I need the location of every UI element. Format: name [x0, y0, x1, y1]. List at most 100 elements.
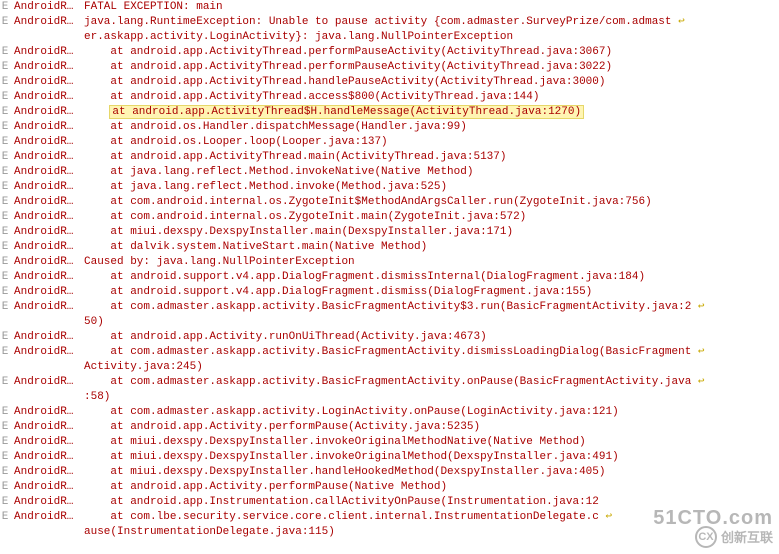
logcat-output[interactable]: EAndroidR…FATAL EXCEPTION: mainEAndroidR… — [0, 0, 779, 540]
log-line[interactable]: EAndroidR… at android.app.ActivityThread… — [0, 90, 779, 105]
log-tag: AndroidR… — [10, 420, 80, 435]
log-tag: AndroidR… — [10, 270, 80, 285]
soft-wrap-icon: ↩ — [698, 346, 705, 358]
log-tag: AndroidR… — [10, 120, 80, 135]
log-line[interactable]: EAndroidR… at android.app.ActivityThread… — [0, 45, 779, 60]
log-line[interactable]: EAndroidR… at android.app.Instrumentatio… — [0, 495, 779, 510]
log-tag: AndroidR… — [10, 345, 80, 360]
log-tag: AndroidR… — [10, 15, 80, 30]
log-message: at android.app.ActivityThread.access$800… — [80, 90, 779, 105]
log-line[interactable]: EAndroidR… at com.admaster.askapp.activi… — [0, 375, 779, 390]
log-line[interactable]: EAndroidR… at com.admaster.askapp.activi… — [0, 345, 779, 360]
log-message: at miui.dexspy.DexspyInstaller.invokeOri… — [80, 450, 779, 465]
highlighted-frame[interactable]: at android.app.ActivityThread$H.handleMe… — [110, 106, 583, 118]
log-line[interactable]: EAndroidR…java.lang.RuntimeException: Un… — [0, 15, 779, 30]
log-line[interactable]: EAndroidR… at android.os.Handler.dispatc… — [0, 120, 779, 135]
log-line[interactable]: EAndroidR… at android.app.ActivityThread… — [0, 150, 779, 165]
log-message: er.askapp.activity.LoginActivity}: java.… — [80, 30, 779, 45]
log-level — [0, 360, 10, 375]
log-message: at com.lbe.security.service.core.client.… — [80, 510, 779, 525]
log-message: at miui.dexspy.DexspyInstaller.handleHoo… — [80, 465, 779, 480]
log-message: at com.admaster.askapp.activity.BasicFra… — [80, 300, 779, 315]
log-message: at android.support.v4.app.DialogFragment… — [80, 270, 779, 285]
log-tag: AndroidR… — [10, 405, 80, 420]
log-level: E — [0, 270, 10, 285]
log-tag: AndroidR… — [10, 45, 80, 60]
log-line[interactable]: EAndroidR… at java.lang.reflect.Method.i… — [0, 165, 779, 180]
log-line[interactable]: EAndroidR… at miui.dexspy.DexspyInstalle… — [0, 435, 779, 450]
log-line[interactable]: :58) — [0, 390, 779, 405]
log-tag: AndroidR… — [10, 225, 80, 240]
log-level: E — [0, 345, 10, 360]
log-line[interactable]: EAndroidR…FATAL EXCEPTION: main — [0, 0, 779, 15]
log-line[interactable]: EAndroidR… at miui.dexspy.DexspyInstalle… — [0, 465, 779, 480]
log-message: 50) — [80, 315, 779, 330]
log-line[interactable]: 50) — [0, 315, 779, 330]
log-level — [0, 315, 10, 330]
log-level: E — [0, 0, 10, 15]
log-level: E — [0, 405, 10, 420]
log-tag: AndroidR… — [10, 330, 80, 345]
log-level: E — [0, 120, 10, 135]
log-line[interactable]: EAndroidR… at android.app.Activity.perfo… — [0, 420, 779, 435]
log-line[interactable]: EAndroidR… at android.app.Activity.perfo… — [0, 480, 779, 495]
log-line[interactable]: EAndroidR… at miui.dexspy.DexspyInstalle… — [0, 225, 779, 240]
log-message: at java.lang.reflect.Method.invokeNative… — [80, 165, 779, 180]
log-line[interactable]: EAndroidR… at android.app.ActivityThread… — [0, 60, 779, 75]
log-message: at android.app.ActivityThread.main(Activ… — [80, 150, 779, 165]
log-level: E — [0, 150, 10, 165]
log-level: E — [0, 195, 10, 210]
log-level: E — [0, 330, 10, 345]
log-level: E — [0, 435, 10, 450]
log-tag: AndroidR… — [10, 495, 80, 510]
log-level: E — [0, 60, 10, 75]
soft-wrap-icon: ↩ — [606, 511, 613, 523]
log-line[interactable]: EAndroidR… at android.app.Activity.runOn… — [0, 330, 779, 345]
log-message: at android.app.ActivityThread$H.handleMe… — [80, 105, 779, 120]
log-message: at android.app.Activity.performPause(Act… — [80, 420, 779, 435]
log-message: at android.support.v4.app.DialogFragment… — [80, 285, 779, 300]
log-tag — [10, 360, 80, 375]
log-level: E — [0, 375, 10, 390]
log-message: Caused by: java.lang.NullPointerExceptio… — [80, 255, 779, 270]
soft-wrap-icon: ↩ — [698, 301, 705, 313]
log-message: Activity.java:245) — [80, 360, 779, 375]
log-line[interactable]: EAndroidR… at com.admaster.askapp.activi… — [0, 405, 779, 420]
log-message: at miui.dexspy.DexspyInstaller.main(Dexs… — [80, 225, 779, 240]
log-level: E — [0, 15, 10, 30]
log-level: E — [0, 225, 10, 240]
log-tag: AndroidR… — [10, 450, 80, 465]
log-level: E — [0, 165, 10, 180]
log-line[interactable]: EAndroidR… at android.support.v4.app.Dia… — [0, 285, 779, 300]
log-line[interactable]: EAndroidR… at android.support.v4.app.Dia… — [0, 270, 779, 285]
log-line[interactable]: er.askapp.activity.LoginActivity}: java.… — [0, 30, 779, 45]
log-level: E — [0, 450, 10, 465]
log-tag: AndroidR… — [10, 180, 80, 195]
log-level: E — [0, 480, 10, 495]
log-message: at android.os.Handler.dispatchMessage(Ha… — [80, 120, 779, 135]
log-line[interactable]: EAndroidR… at com.android.internal.os.Zy… — [0, 210, 779, 225]
log-tag: AndroidR… — [10, 60, 80, 75]
log-level: E — [0, 180, 10, 195]
log-line[interactable]: Activity.java:245) — [0, 360, 779, 375]
log-tag: AndroidR… — [10, 300, 80, 315]
log-line[interactable]: EAndroidR… at java.lang.reflect.Method.i… — [0, 180, 779, 195]
log-level: E — [0, 510, 10, 525]
log-line[interactable]: EAndroidR…Caused by: java.lang.NullPoint… — [0, 255, 779, 270]
log-line[interactable]: EAndroidR… at com.android.internal.os.Zy… — [0, 195, 779, 210]
log-line[interactable]: EAndroidR… at com.lbe.security.service.c… — [0, 510, 779, 525]
log-message: at com.android.internal.os.ZygoteInit$Me… — [80, 195, 779, 210]
log-line[interactable]: EAndroidR… at android.app.ActivityThread… — [0, 105, 779, 120]
log-line[interactable]: EAndroidR… at android.app.ActivityThread… — [0, 75, 779, 90]
log-line[interactable]: EAndroidR… at dalvik.system.NativeStart.… — [0, 240, 779, 255]
log-line[interactable]: EAndroidR… at miui.dexspy.DexspyInstalle… — [0, 450, 779, 465]
log-level: E — [0, 255, 10, 270]
log-message: at android.app.Activity.runOnUiThread(Ac… — [80, 330, 779, 345]
log-line[interactable]: EAndroidR… at com.admaster.askapp.activi… — [0, 300, 779, 315]
log-line[interactable]: EAndroidR… at android.os.Looper.loop(Loo… — [0, 135, 779, 150]
log-tag — [10, 30, 80, 45]
log-message: at miui.dexspy.DexspyInstaller.invokeOri… — [80, 435, 779, 450]
log-message: at dalvik.system.NativeStart.main(Native… — [80, 240, 779, 255]
log-level: E — [0, 135, 10, 150]
log-line[interactable]: ause(InstrumentationDelegate.java:115) — [0, 525, 779, 540]
